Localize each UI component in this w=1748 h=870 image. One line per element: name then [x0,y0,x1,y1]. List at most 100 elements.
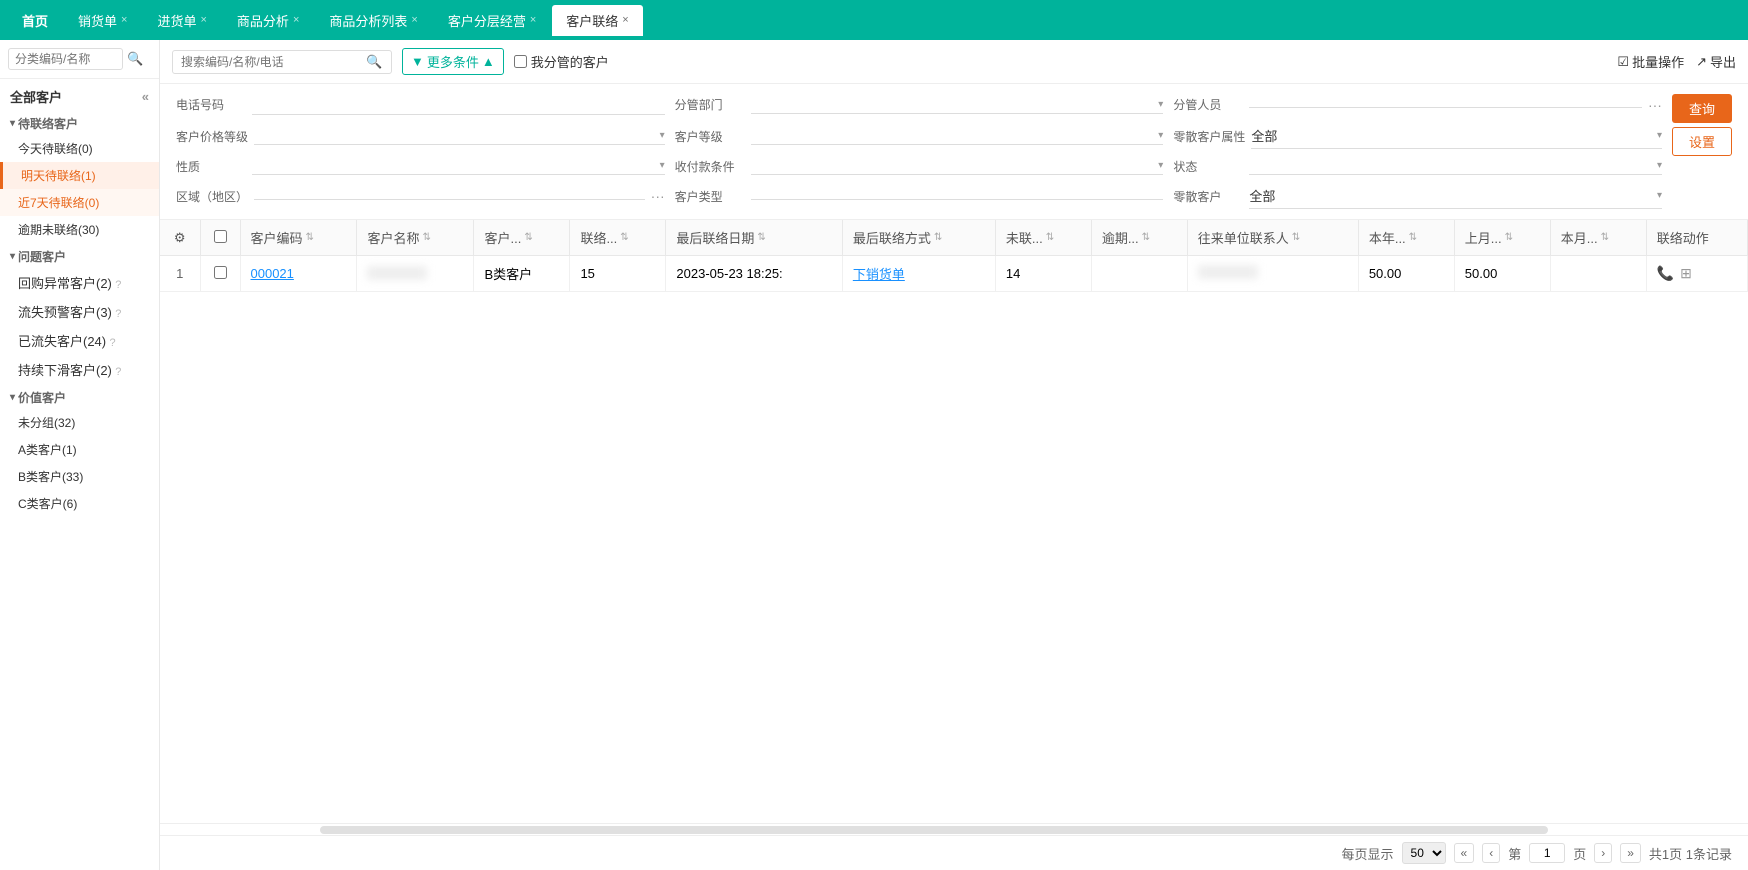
nav-tab-5[interactable]: 客户联络 × [552,5,642,36]
sidebar-item-tomorrow[interactable]: 明天待联络(1) [0,162,159,189]
nav-tab-4[interactable]: 客户分层经营 × [434,5,550,36]
help-icon-3[interactable]: ? [115,366,121,378]
per-page-label: 每页显示 [1342,844,1394,863]
price-level-chevron-icon: ▾ [660,130,665,141]
my-customers-checkbox[interactable] [514,55,527,68]
horizontal-scrollbar[interactable] [160,823,1748,835]
search-icon[interactable]: 🔍 [366,54,382,70]
sidebar-item-ungroup[interactable]: 未分组(32) [0,409,159,436]
search-box: 🔍 [172,50,392,74]
sort-unlinking[interactable]: 未联... [1006,228,1081,247]
first-page-button[interactable]: « [1454,843,1475,863]
retail-attr-chevron-icon: ▾ [1657,130,1662,141]
sort-customer-type[interactable]: 客户... [484,228,559,247]
collapse-icon[interactable]: « [142,89,149,104]
page-label: 第 [1508,844,1521,863]
sidebar-search-icon[interactable]: 🔍 [127,51,143,67]
nav-tab-0[interactable]: 销货单 × [64,5,141,36]
sidebar-search-input[interactable] [8,48,123,70]
sort-last-contact-method[interactable]: 最后联络方式 [853,228,985,247]
grid-action-icon[interactable]: ⊞ [1680,265,1692,282]
retail-customer-select[interactable]: 全部 ▾ [1249,183,1662,209]
help-icon-2[interactable]: ? [109,337,115,349]
prev-page-button[interactable]: ‹ [1482,843,1500,863]
sidebar-item-overdue[interactable]: 逾期未联络(30) [0,216,159,243]
th-customer-code: 客户编码 [240,220,357,256]
gender-select[interactable]: ▾ [252,157,665,175]
td-last-method[interactable]: 下销货单 [842,256,995,292]
dept-select[interactable]: ▾ [751,96,1164,114]
sidebar-item-c-class[interactable]: C类客户(6) [0,490,159,517]
nav-close-3[interactable]: × [411,14,417,26]
customer-type-input[interactable] [751,193,1164,200]
td-this-year: 50.00 [1358,256,1454,292]
nav-tab-3[interactable]: 商品分析列表 × [315,5,431,36]
region-input[interactable] [254,193,645,200]
nav-close-1[interactable]: × [200,14,206,26]
query-button[interactable]: 查询 [1672,94,1732,123]
sort-contact-person[interactable]: 往来单位联系人 [1198,228,1348,247]
sort-customer-name[interactable]: 客户名称 [367,228,463,247]
sort-customer-code[interactable]: 客户编码 [251,228,347,247]
payment-select[interactable]: ▾ [751,157,1164,175]
customer-type-label: 客户类型 [675,188,745,205]
sidebar-item-churn-warning[interactable]: 流失预警客户(3) ? [0,297,159,326]
filter-manager: 分管人员 ··· [1173,96,1662,113]
status-chevron-icon: ▾ [1657,160,1662,171]
customer-name-blurred: Ea [367,266,427,280]
sidebar-item-b-class[interactable]: B类客户(33) [0,463,159,490]
sidebar-item-today[interactable]: 今天待联络(0) [0,135,159,162]
retail-customer-chevron-icon: ▾ [1657,190,1662,201]
page-number-input[interactable] [1529,843,1565,863]
set-button[interactable]: 设置 [1672,127,1732,156]
sidebar-item-churned[interactable]: 已流失客户(24) ? [0,326,159,355]
sidebar-item-repurchase-anomaly[interactable]: 回购异常客户(2) ? [0,268,159,297]
total-records: 共1页 1条记录 [1649,844,1732,863]
export-button[interactable]: ↗ 导出 [1696,52,1736,71]
nav-close-5[interactable]: × [622,14,628,26]
th-customer-name: 客户名称 [357,220,474,256]
nav-close-2[interactable]: × [293,14,299,26]
sort-last-contact-date[interactable]: 最后联络日期 [676,228,831,247]
price-level-select[interactable]: ▾ [254,127,665,145]
last-page-button[interactable]: » [1620,843,1641,863]
pagination-footer: 每页显示 50 « ‹ 第 页 › » 共1页 1条记录 [160,835,1748,870]
nav-tab-1[interactable]: 进货单 × [143,5,220,36]
per-page-select[interactable]: 50 [1402,842,1446,864]
nav-close-4[interactable]: × [530,14,536,26]
sidebar-item-declining[interactable]: 持续下滑客户(2) ? [0,355,159,384]
td-code[interactable]: 000021 [240,256,357,292]
th-checkbox [200,220,240,256]
customer-level-select[interactable]: ▾ [751,127,1164,145]
next-page-button[interactable]: › [1594,843,1612,863]
nav-close-0[interactable]: × [121,14,127,26]
sidebar-item-a-class[interactable]: A类客户(1) [0,436,159,463]
settings-icon[interactable]: ⚙ [174,230,186,246]
sidebar-item-7days[interactable]: 近7天待联络(0) [0,189,159,216]
phone-input[interactable] [252,94,665,115]
sort-last-month[interactable]: 上月... [1465,228,1540,247]
search-input[interactable] [181,55,361,69]
phone-action-icon[interactable]: 📞 [1657,265,1674,282]
region-dots-button[interactable]: ··· [651,188,665,204]
manager-dots-button[interactable]: ··· [1648,97,1662,113]
select-all-checkbox[interactable] [214,230,227,243]
help-icon-0[interactable]: ? [115,279,121,291]
status-select[interactable]: ▾ [1249,157,1662,175]
td-customer-type: B类客户 [474,256,570,292]
filter-row-1: 电话号码 分管部门 ▾ 分管人员 [176,94,1662,115]
nav-home[interactable]: 首页 [8,5,62,36]
sort-overdue[interactable]: 逾期... [1102,228,1177,247]
sort-this-year[interactable]: 本年... [1369,228,1444,247]
sort-this-month[interactable]: 本月... [1561,228,1636,247]
help-icon-1[interactable]: ? [115,308,121,320]
checkbox-icon: ☑ [1617,54,1629,70]
row-checkbox-0[interactable] [214,266,227,279]
td-unlinking: 14 [995,256,1091,292]
bulk-operation-button[interactable]: ☑ 批量操作 [1617,52,1684,71]
manager-input[interactable] [1249,101,1642,108]
sort-contact-count[interactable]: 联络... [580,228,655,247]
nav-tab-2[interactable]: 商品分析 × [223,5,313,36]
more-filter-button[interactable]: ▼ 更多条件 ▲ [402,48,504,75]
retail-attr-select[interactable]: 全部 ▾ [1251,123,1662,149]
